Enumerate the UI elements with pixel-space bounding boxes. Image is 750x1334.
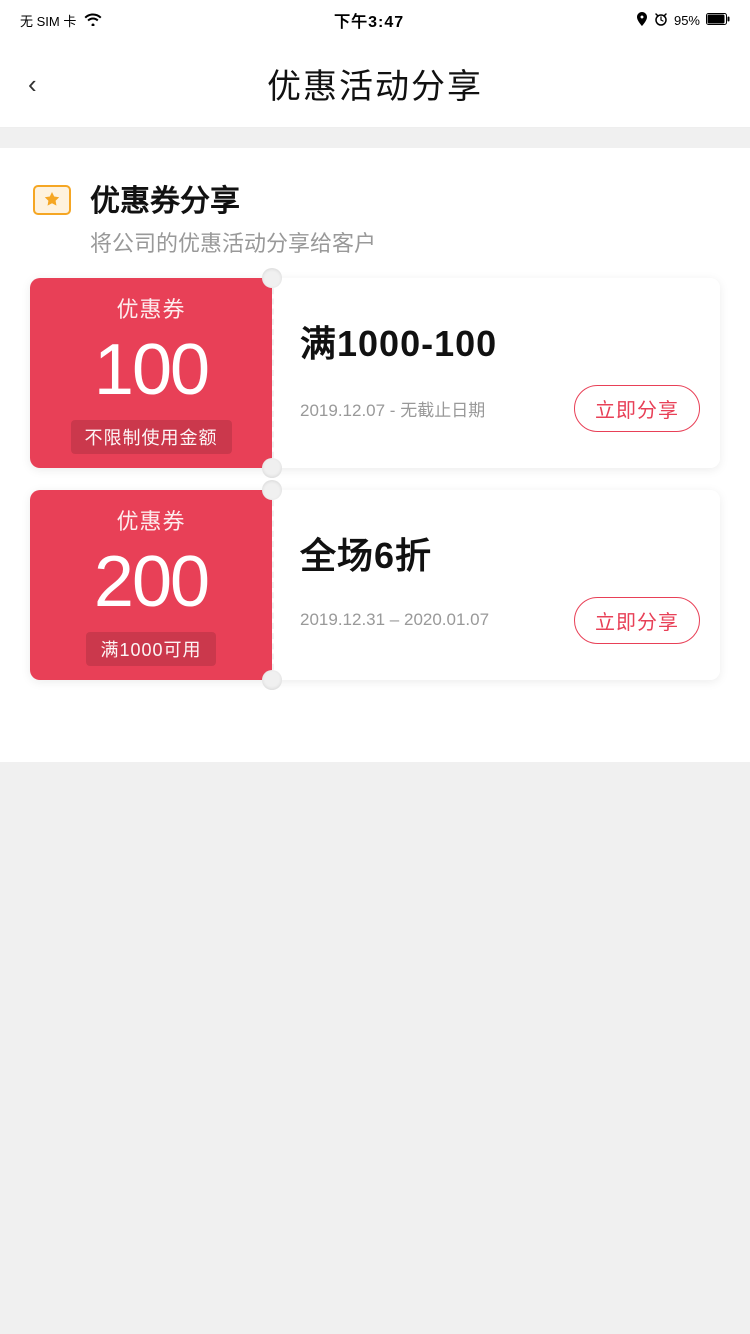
coupon-date: 2019.12.07 - 无截止日期 (300, 396, 485, 421)
coupon-meta: 2019.12.31 – 2020.01.07 立即分享 (300, 597, 700, 644)
status-right: 95% (636, 12, 730, 29)
section-gap (0, 128, 750, 148)
coupon-label: 优惠券 (116, 504, 185, 536)
section-subtitle: 将公司的优惠活动分享给客户 (90, 226, 376, 258)
coupon-right-panel: 满1000-100 2019.12.07 - 无截止日期 立即分享 (274, 278, 720, 468)
battery-text: 95% (674, 13, 700, 28)
coupon-item: 优惠券 100 不限制使用金额 满1000-100 2019.12.07 - 无… (30, 278, 720, 468)
status-time: 下午3:47 (334, 8, 404, 32)
coupon-name: 全场6折 (300, 527, 700, 579)
coupon-name: 满1000-100 (300, 315, 700, 367)
main-content: 优惠券分享 将公司的优惠活动分享给客户 优惠券 100 不限制使用金额 满100… (0, 148, 750, 762)
location-icon (636, 12, 648, 29)
share-button[interactable]: 立即分享 (574, 597, 700, 644)
alarm-icon (654, 12, 668, 29)
coupon-condition: 满1000可用 (86, 632, 215, 666)
coupon-item: 优惠券 200 满1000可用 全场6折 2019.12.31 – 2020.0… (30, 490, 720, 680)
back-button[interactable]: ‹ (28, 71, 37, 97)
section-title: 优惠券分享 (90, 176, 376, 220)
status-left: 无 SIM 卡 (20, 11, 102, 30)
page-title: 优惠活动分享 (267, 59, 483, 108)
coupon-meta: 2019.12.07 - 无截止日期 立即分享 (300, 385, 700, 432)
coupon-left-panel: 优惠券 200 满1000可用 (30, 490, 272, 680)
coupon-right-panel: 全场6折 2019.12.31 – 2020.01.07 立即分享 (274, 490, 720, 680)
coupon-section-icon (30, 178, 74, 222)
status-bar: 无 SIM 卡 下午3:47 95% (0, 0, 750, 40)
section-text-wrap: 优惠券分享 将公司的优惠活动分享给客户 (90, 176, 376, 258)
coupon-amount: 200 (94, 546, 208, 618)
empty-area (0, 762, 750, 1262)
share-button[interactable]: 立即分享 (574, 385, 700, 432)
wifi-icon (84, 12, 102, 29)
coupon-amount: 100 (94, 334, 208, 406)
coupon-list: 优惠券 100 不限制使用金额 满1000-100 2019.12.07 - 无… (0, 278, 750, 732)
coupon-condition: 不限制使用金额 (71, 420, 232, 454)
no-sim-text: 无 SIM 卡 (20, 11, 76, 30)
nav-bar: ‹ 优惠活动分享 (0, 40, 750, 128)
coupon-label: 优惠券 (116, 292, 185, 324)
section-header: 优惠券分享 将公司的优惠活动分享给客户 (0, 148, 750, 278)
coupon-left-panel: 优惠券 100 不限制使用金额 (30, 278, 272, 468)
battery-icon (706, 13, 730, 28)
coupon-date: 2019.12.31 – 2020.01.07 (300, 610, 489, 630)
